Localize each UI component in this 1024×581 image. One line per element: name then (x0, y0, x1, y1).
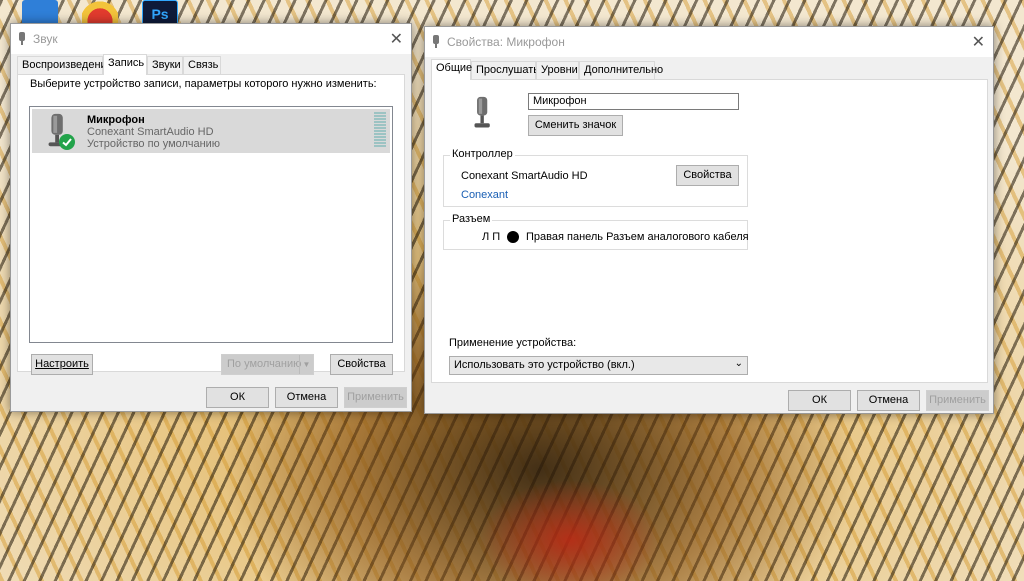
set-default-button[interactable]: По умолчанию ▼ (221, 354, 314, 375)
controller-legend: Контроллер (450, 148, 515, 160)
cancel-button[interactable]: Отмена (857, 390, 920, 411)
tab-advanced[interactable]: Дополнительно (579, 61, 663, 79)
change-icon-button[interactable]: Сменить значок (528, 115, 623, 136)
tab-recording[interactable]: Запись (103, 54, 147, 75)
tab-playback[interactable]: Воспроизведение (17, 56, 113, 74)
controller-name: Conexant SmartAudio HD (461, 170, 588, 182)
jack-color-icon (507, 231, 519, 243)
default-check-icon (59, 134, 75, 150)
tab-communications[interactable]: Связь (183, 56, 221, 74)
sound-dialog: Звук ✕ Воспроизведение Запись Звуки Связ… (10, 23, 412, 412)
microphone-device-icon (474, 96, 490, 128)
microphone-icon (433, 35, 439, 48)
tab-general[interactable]: Общие (431, 59, 472, 80)
properties-titlebar[interactable]: Свойства: Микрофон ✕ (425, 27, 993, 57)
usage-selected: Использовать это устройство (вкл.) (454, 359, 635, 371)
sound-titlebar[interactable]: Звук ✕ (11, 24, 411, 54)
properties-dialog-title: Свойства: Микрофон (447, 35, 565, 49)
device-list[interactable]: Микрофон Conexant SmartAudio HD Устройст… (29, 106, 393, 343)
set-default-label: По умолчанию (227, 358, 302, 370)
device-name: Микрофон (87, 114, 145, 126)
usage-select[interactable]: Использовать это устройство (вкл.) ⌄ (449, 356, 748, 375)
microphone-icon (19, 32, 25, 45)
jack-group: Разъем Л П Правая панель Разъем аналогов… (443, 213, 749, 250)
sound-tab-panel: Выберите устройство записи, параметры ко… (17, 74, 405, 375)
controller-link[interactable]: Conexant (461, 189, 508, 201)
ok-button[interactable]: ОК (206, 387, 269, 408)
controller-group: Контроллер Conexant SmartAudio HD Conexa… (443, 148, 748, 207)
device-driver: Conexant SmartAudio HD (87, 126, 214, 138)
apply-button[interactable]: Применить (926, 390, 989, 411)
level-meter (374, 112, 386, 148)
dropdown-arrow-icon[interactable]: ▼ (299, 355, 313, 374)
chevron-down-icon: ⌄ (734, 358, 743, 369)
properties-dialog: Свойства: Микрофон ✕ Общие Прослушать Ур… (424, 26, 994, 414)
device-name-value: Микрофон (533, 95, 587, 107)
close-icon[interactable]: ✕ (972, 32, 985, 52)
device-status: Устройство по умолчанию (87, 138, 221, 150)
close-icon[interactable]: ✕ (390, 29, 403, 49)
tab-listen[interactable]: Прослушать (471, 61, 539, 79)
cancel-button[interactable]: Отмена (275, 387, 338, 408)
ok-button[interactable]: ОК (788, 390, 851, 411)
jack-legend: Разъем (450, 213, 493, 225)
sound-dialog-title: Звук (33, 32, 58, 46)
instruction-text: Выберите устройство записи, параметры ко… (30, 78, 377, 90)
apply-button[interactable]: Применить (344, 387, 407, 408)
device-name-input[interactable]: Микрофон (528, 93, 739, 110)
jack-description: Правая панель Разъем аналогового кабеля (526, 231, 749, 243)
configure-button[interactable]: Настроить (31, 354, 93, 375)
tab-sounds[interactable]: Звуки (147, 56, 183, 74)
tab-levels[interactable]: Уровни (536, 61, 579, 79)
general-tab-panel: Микрофон Сменить значок Контроллер Conex… (431, 79, 988, 383)
jack-channels: Л П (482, 231, 501, 243)
properties-button[interactable]: Свойства (330, 354, 393, 375)
usage-label: Применение устройства: (449, 337, 577, 349)
device-row-microphone[interactable]: Микрофон Conexant SmartAudio HD Устройст… (32, 109, 390, 153)
controller-properties-button[interactable]: Свойства (676, 165, 739, 186)
